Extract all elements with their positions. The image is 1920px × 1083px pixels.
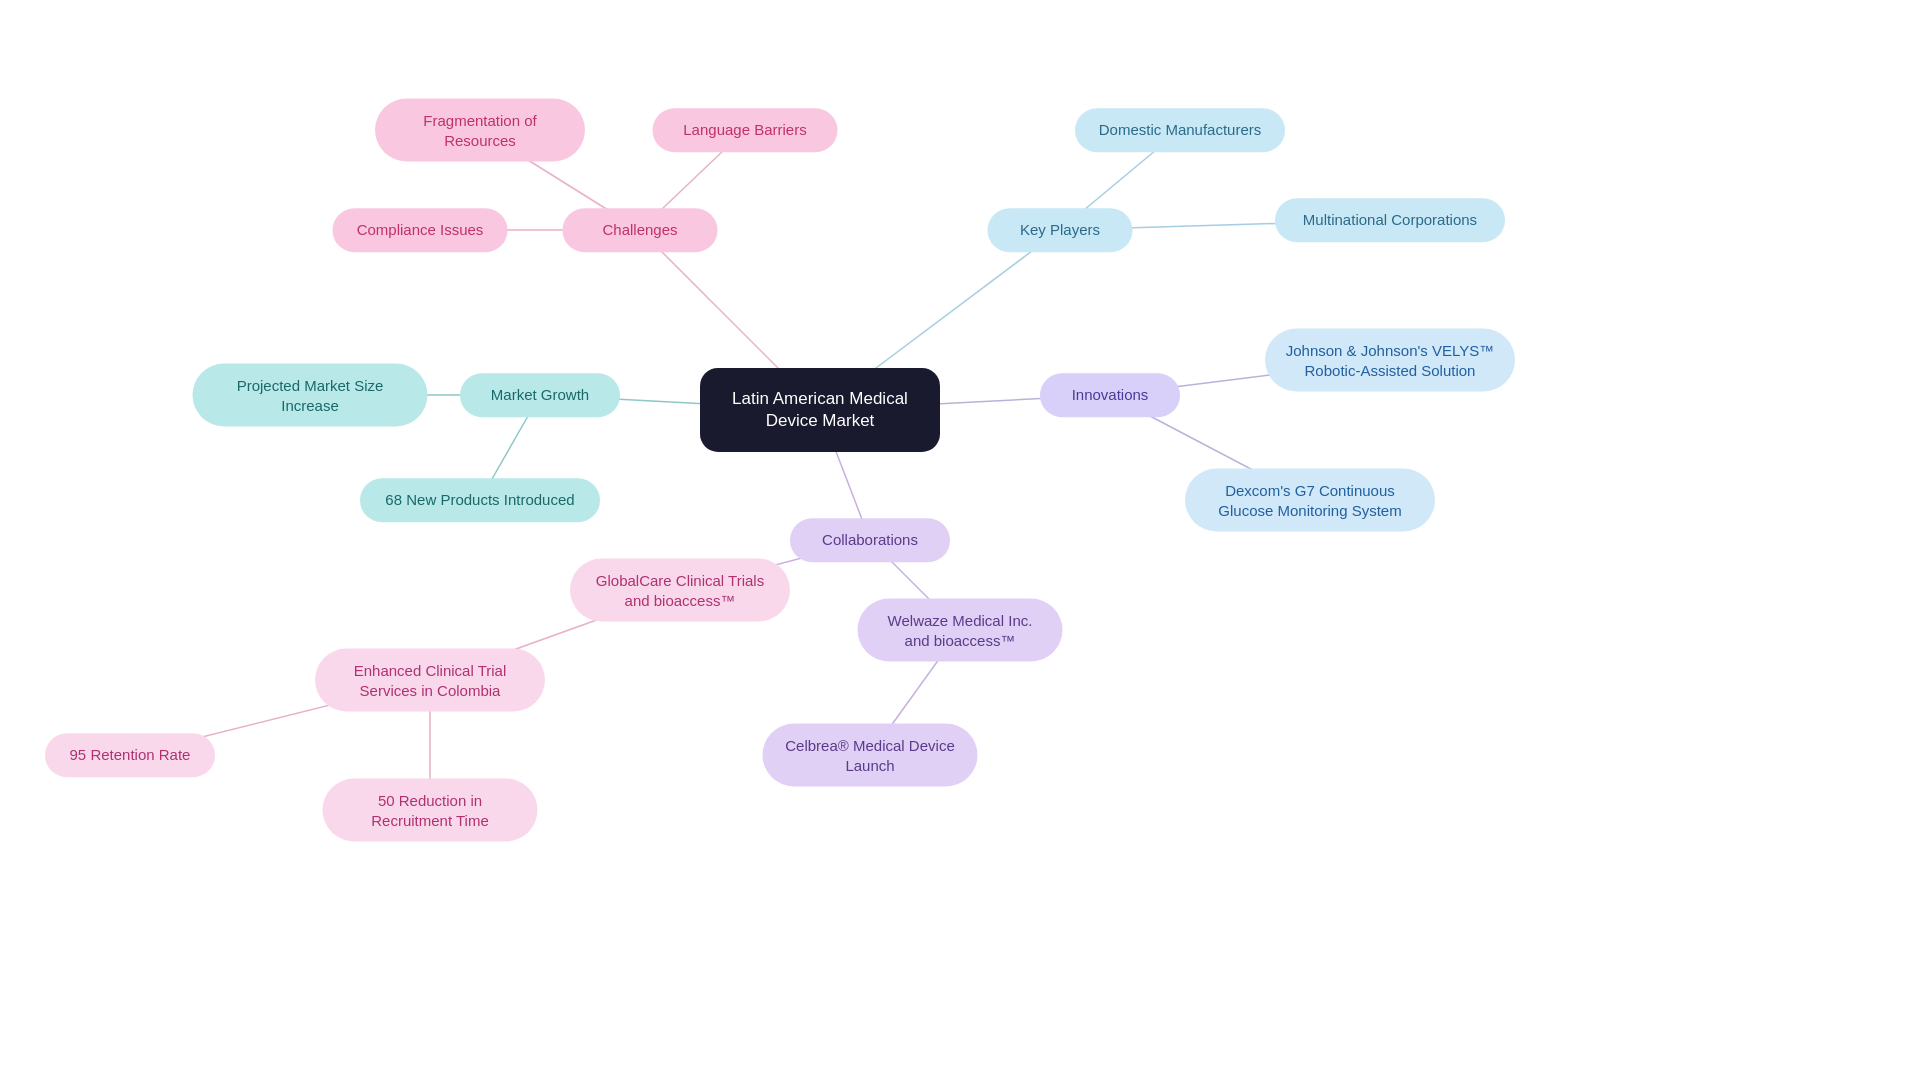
connections-svg	[0, 0, 1920, 1083]
node-domestic: Domestic Manufacturers	[1075, 108, 1285, 152]
node-dexcom: Dexcom's G7 Continuous Glucose Monitorin…	[1185, 469, 1435, 532]
node-challenges: Challenges	[563, 208, 718, 252]
node-compliance: Compliance Issues	[333, 208, 508, 252]
node-collaborations: Collaborations	[790, 518, 950, 562]
node-jj: Johnson & Johnson's VELYS™ Robotic-Assis…	[1265, 329, 1515, 392]
node-globalcare: GlobalCare Clinical Trials and bioaccess…	[570, 559, 790, 622]
node-keyplayers: Key Players	[988, 208, 1133, 252]
node-reduction: 50 Reduction in Recruitment Time	[323, 779, 538, 842]
node-fragmentation: Fragmentation of Resources	[375, 99, 585, 162]
node-retention: 95 Retention Rate	[45, 733, 215, 777]
node-language: Language Barriers	[653, 108, 838, 152]
node-welwaze: Welwaze Medical Inc. and bioaccess™	[858, 599, 1063, 662]
node-projectedmarket: Projected Market Size Increase	[193, 364, 428, 427]
node-innovations: Innovations	[1040, 373, 1180, 417]
node-enhanced: Enhanced Clinical Trial Services in Colo…	[315, 649, 545, 712]
mindmap-container: Latin American Medical Device Market Chal…	[0, 0, 1920, 1083]
node-marketgrowth: Market Growth	[460, 373, 620, 417]
node-multinational: Multinational Corporations	[1275, 198, 1505, 242]
node-center: Latin American Medical Device Market	[700, 368, 940, 452]
node-newproducts: 68 New Products Introduced	[360, 478, 600, 522]
node-celbrea: Celbrea® Medical Device Launch	[763, 724, 978, 787]
